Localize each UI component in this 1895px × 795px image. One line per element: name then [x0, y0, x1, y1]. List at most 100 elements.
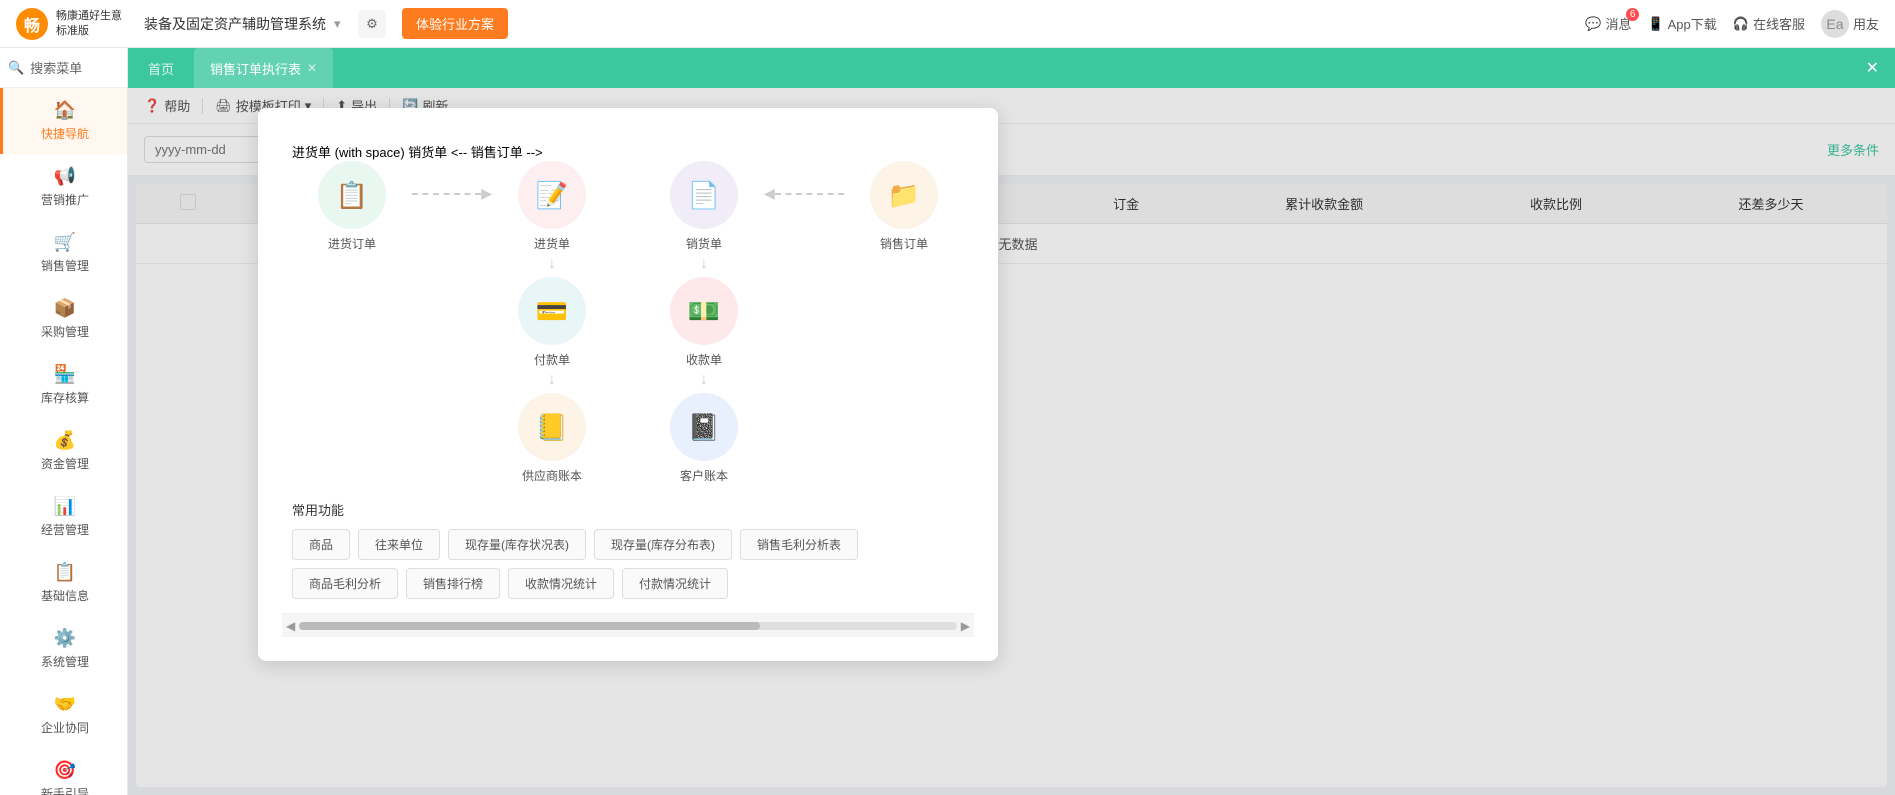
user-menu-button[interactable]: Ea 用友 [1821, 10, 1879, 38]
receipt-label: 收款单 [686, 351, 722, 368]
quick-nav-icon: 🏠 [54, 100, 76, 121]
payment-label: 付款单 [534, 351, 570, 368]
arrow-purchase-to-bill: ▶ [412, 185, 492, 202]
node-purchase-order[interactable]: 📋 进货订单 [292, 161, 412, 252]
node-receipt[interactable]: 💵 收款单 [644, 277, 764, 368]
tab-sales-order[interactable]: 销售订单执行表 ✕ [194, 48, 333, 88]
sidebar-item-finance[interactable]: 💰 资金管理 [0, 418, 127, 484]
sidebar-item-guide[interactable]: 🎯 新手引导 [0, 748, 127, 795]
sidebar-item-label: 快捷导航 [41, 125, 89, 142]
purchase-icon: 📦 [54, 298, 76, 319]
system-title: 装备及固定资产辅助管理系统 [144, 14, 326, 34]
node-sales-order[interactable]: 📁 销售订单 [844, 161, 964, 252]
purchase-bill-circle: 📝 [518, 161, 586, 229]
func-buttons-area: 商品 往来单位 现存量(库存状况表) 现存量(库存分布表) 销售毛利分析表 商品… [292, 529, 964, 599]
func-btn-sales-margin[interactable]: 销售毛利分析表 [740, 529, 858, 560]
sidebar-item-purchase[interactable]: 📦 采购管理 [0, 286, 127, 352]
supplier-ledger-label: 供应商账本 [522, 467, 582, 484]
inventory-icon: 🏪 [54, 364, 76, 385]
search-icon: 🔍 [8, 60, 24, 76]
sidebar-item-label: 企业协同 [41, 719, 89, 736]
close-all-tabs-button[interactable]: ✕ [1866, 58, 1879, 78]
purchase-bill-label: 进货单 [534, 235, 570, 252]
node-payment[interactable]: 💳 付款单 [492, 277, 612, 368]
customer-ledger-label: 客户账本 [680, 467, 728, 484]
title-dropdown-icon[interactable]: ▾ [334, 16, 350, 32]
message-button[interactable]: 💬 消息 6 [1585, 14, 1631, 33]
settings-button[interactable]: ⚙ [358, 10, 386, 38]
arrow-down-customer: ↓ [644, 368, 764, 389]
purchase-order-circle: 📋 [318, 161, 386, 229]
func-btn-goods[interactable]: 商品 [292, 529, 350, 560]
system-icon: ⚙️ [54, 628, 76, 649]
node-customer-ledger[interactable]: 📓 客户账本 [644, 393, 764, 484]
sidebar-item-label: 库存核算 [41, 389, 89, 406]
supplier-ledger-circle: 📒 [518, 393, 586, 461]
avatar-text: Ea [1826, 16, 1843, 32]
sidebar-item-basic[interactable]: 📋 基础信息 [0, 550, 127, 616]
finance-icon: 💰 [54, 430, 76, 451]
func-btn-stock-status[interactable]: 现存量(库存状况表) [448, 529, 586, 560]
sidebar-item-label: 系统管理 [41, 653, 89, 670]
sidebar-item-system[interactable]: ⚙️ 系统管理 [0, 616, 127, 682]
sidebar-item-label: 采购管理 [41, 323, 89, 340]
scroll-right-icon[interactable]: ▶ [961, 619, 970, 633]
tab-home[interactable]: 首页 [128, 48, 194, 88]
home-tab-label: 首页 [148, 59, 174, 78]
sales-order-label: 销售订单 [880, 235, 928, 252]
purchase-order-label: 进货订单 [328, 235, 376, 252]
basic-icon: 📋 [54, 562, 76, 583]
func-btn-sales-rank[interactable]: 销售排行榜 [406, 568, 500, 599]
sidebar-item-sales[interactable]: 🛒 销售管理 [0, 220, 127, 286]
func-btn-payment-stats[interactable]: 付款情况统计 [622, 568, 728, 599]
scroll-left-icon[interactable]: ◀ [286, 619, 295, 633]
node-supplier-ledger[interactable]: 📒 供应商账本 [492, 393, 612, 484]
experience-button[interactable]: 体验行业方案 [402, 8, 508, 39]
func-btn-stock-dist[interactable]: 现存量(库存分布表) [594, 529, 732, 560]
popup-overlay[interactable]: 进货单 (with space) 销货单 <-- 销售订单 --> 📋 进货订单 [128, 88, 1895, 795]
marketing-icon: 📢 [54, 166, 76, 187]
receipt-circle: 💵 [670, 277, 738, 345]
arrow-order-to-sales: ◀ [764, 185, 844, 202]
tab-label: 销售订单执行表 [210, 59, 301, 78]
message-badge: 6 [1626, 8, 1640, 21]
func-btn-receipt-stats[interactable]: 收款情况统计 [508, 568, 614, 599]
sidebar-item-label: 销售管理 [41, 257, 89, 274]
scroll-track[interactable] [299, 622, 957, 630]
sidebar-item-operations[interactable]: 📊 经营管理 [0, 484, 127, 550]
sales-order-circle: 📁 [870, 161, 938, 229]
app-download-label: App下载 [1668, 14, 1717, 33]
node-purchase-bill[interactable]: 📝 进货单 [492, 161, 612, 252]
func-btn-contacts[interactable]: 往来单位 [358, 529, 440, 560]
node-sales-bill[interactable]: 📄 销货单 [644, 161, 764, 252]
arrow-down-payment: ↓ [492, 252, 612, 273]
message-icon: 💬 [1585, 16, 1601, 32]
sidebar-item-quick-nav[interactable]: 🏠 快捷导航 [0, 88, 127, 154]
sidebar-item-label: 经营管理 [41, 521, 89, 538]
scroll-thumb [299, 622, 759, 630]
func-btn-goods-margin[interactable]: 商品毛利分析 [292, 568, 398, 599]
common-func-title: 常用功能 [292, 500, 964, 519]
operations-icon: 📊 [54, 496, 76, 517]
sidebar-item-label: 基础信息 [41, 587, 89, 604]
sidebar-item-inventory[interactable]: 🏪 库存核算 [0, 352, 127, 418]
sales-bill-circle: 📄 [670, 161, 738, 229]
app-download-button[interactable]: 📱 App下载 [1647, 14, 1716, 33]
payment-circle: 💳 [518, 277, 586, 345]
logo-text: 畅康通好生意标准版 [56, 9, 122, 38]
sidebar-item-label: 营销推广 [41, 191, 89, 208]
sidebar-item-marketing[interactable]: 📢 营销推广 [0, 154, 127, 220]
sales-icon: 🛒 [54, 232, 76, 253]
app-logo: 畅 [16, 8, 48, 40]
sales-bill-label: 销货单 [686, 235, 722, 252]
arrow-down-receipt: ↓ [644, 252, 764, 273]
user-name: 用友 [1853, 14, 1879, 33]
arrow-down-supplier: ↓ [492, 368, 612, 389]
guide-icon: 🎯 [54, 760, 76, 781]
sidebar-item-enterprise[interactable]: 🤝 企业协同 [0, 682, 127, 748]
online-service-button[interactable]: 🎧 在线客服 [1733, 14, 1805, 33]
avatar: Ea [1821, 10, 1849, 38]
sidebar-search[interactable]: 🔍 搜索菜单 [0, 48, 127, 88]
online-service-label: 在线客服 [1753, 14, 1805, 33]
tab-close-icon[interactable]: ✕ [307, 61, 317, 75]
